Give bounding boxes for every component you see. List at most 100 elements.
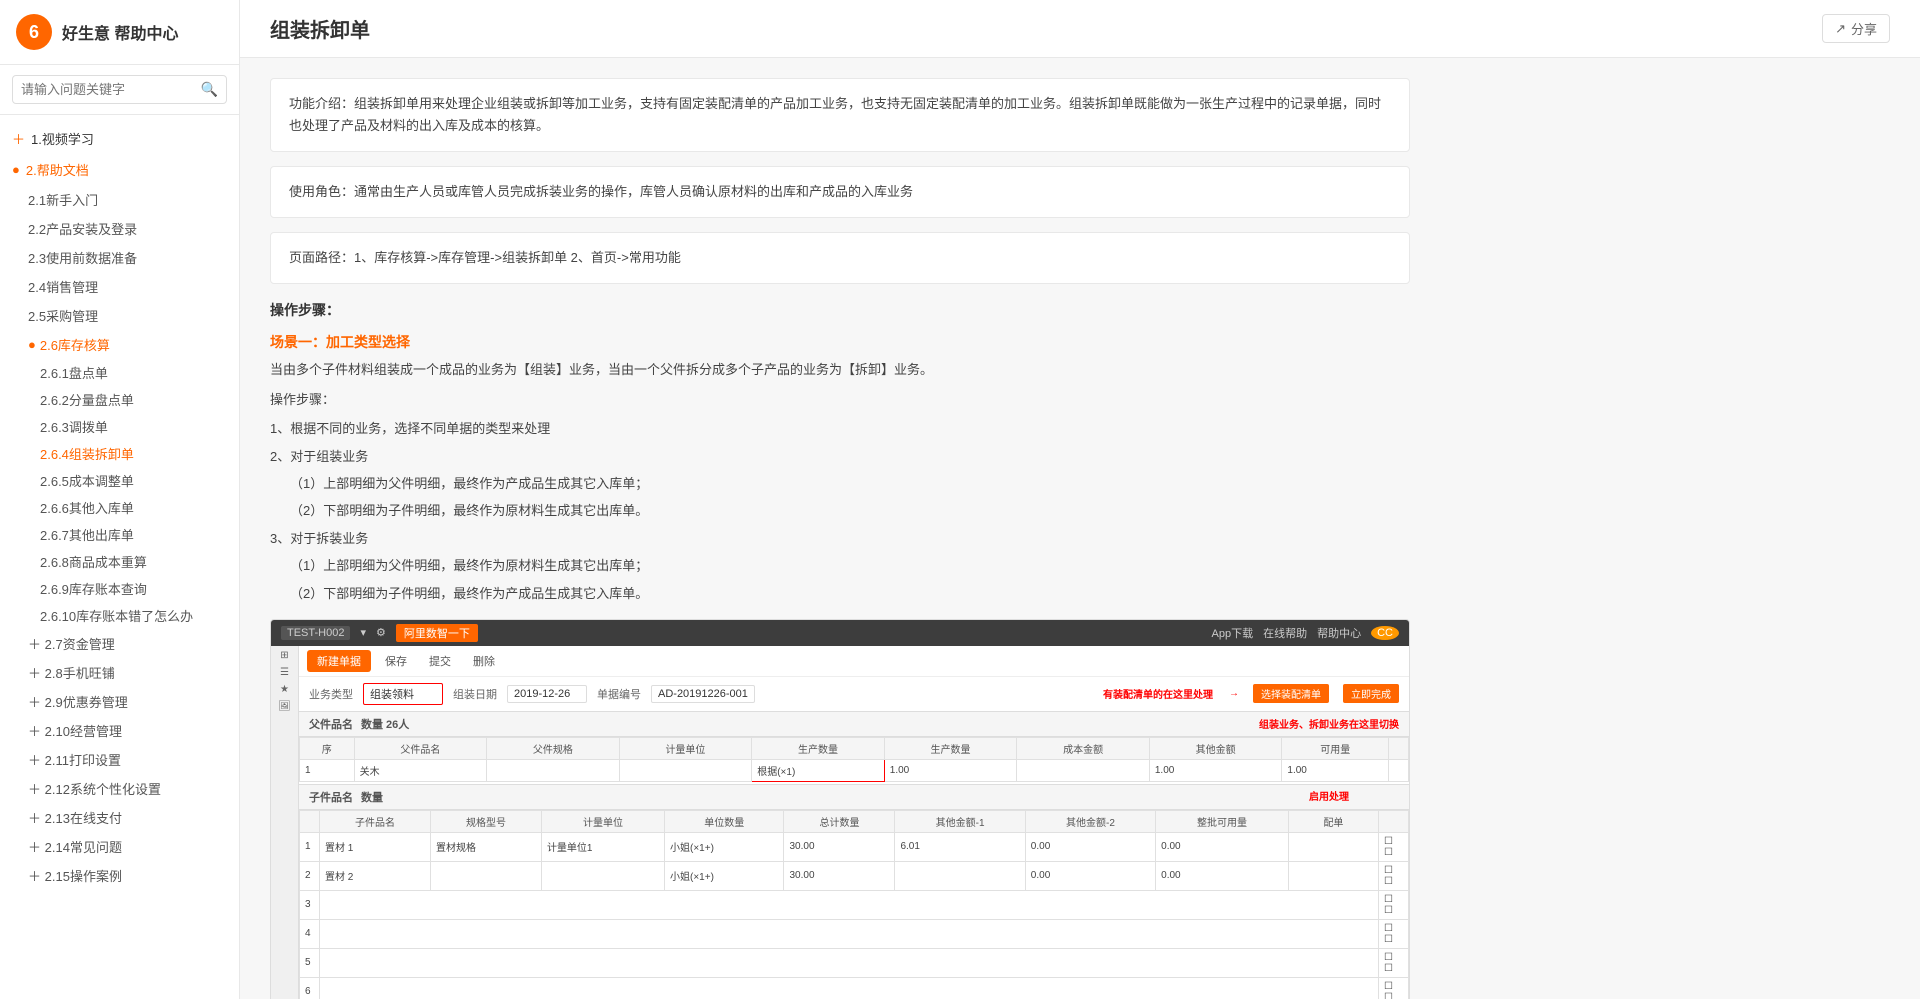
- ss-btn-complete[interactable]: 立即完成: [1343, 684, 1399, 703]
- sidebar-item-print[interactable]: ＋ 2.11打印设置: [0, 745, 239, 774]
- ss-settings-icon: ⚙: [376, 626, 386, 639]
- ss-col-parent-spec: 父件规格: [487, 737, 620, 759]
- search-input[interactable]: [21, 82, 201, 97]
- plus-icon: ＋: [28, 666, 41, 681]
- sidebar-item-finance[interactable]: ＋ 2.7资金管理: [0, 629, 239, 658]
- sidebar-item-sales[interactable]: 2.4销售管理: [0, 272, 239, 301]
- ss-annotation-enable: 启用处理: [1309, 788, 1349, 803]
- plus-icon: ＋: [28, 840, 41, 855]
- ss-type-label: 业务类型: [309, 686, 353, 702]
- share-icon: ↗: [1835, 21, 1846, 37]
- plus-icon: ＋: [28, 869, 41, 884]
- ss-nav-star-icon: ★: [280, 684, 289, 695]
- ss-online-help: 在线帮助: [1263, 625, 1307, 641]
- main-header: 组装拆卸单 ↗ 分享: [240, 0, 1920, 58]
- sidebar-item-cases[interactable]: ＋ 2.15操作案例: [0, 861, 239, 890]
- ss-col-cost: 成本金额: [1017, 737, 1150, 759]
- sidebar-item-cost-recalc[interactable]: 2.6.8商品成本重算: [0, 548, 239, 575]
- sidebar-item-settings[interactable]: ＋ 2.12系统个性化设置: [0, 774, 239, 803]
- logo-text: 好生意 帮助中心: [62, 20, 178, 44]
- ss-col-parent-name: 父件品名: [354, 737, 487, 759]
- sidebar-item-install[interactable]: 2.2产品安装及登录: [0, 214, 239, 243]
- nav-list: ＋ 1.视频学习 ● 2.帮助文档 2.1新手入门 2.2产品安装及登录 2.3…: [0, 115, 239, 898]
- ss-sub-col-act: [1379, 810, 1409, 832]
- share-button[interactable]: ↗ 分享: [1822, 14, 1890, 43]
- sidebar-item-stocktake[interactable]: 2.6.1盘点单: [0, 359, 239, 386]
- ss-type-input[interactable]: 组装领料: [363, 683, 443, 705]
- sidebar-cat-label: 1.视频学习: [31, 129, 94, 148]
- ss-nav-img-icon: 🖼: [278, 701, 291, 712]
- table-row: 4☐ ☐: [300, 919, 1409, 948]
- sidebar-item-help-docs[interactable]: ● 2.帮助文档: [0, 154, 239, 185]
- sidebar-item-coupon[interactable]: ＋ 2.9优惠券管理: [0, 687, 239, 716]
- sidebar-item-partial-stocktake[interactable]: 2.6.2分量盘点单: [0, 386, 239, 413]
- sidebar-item-transfer[interactable]: 2.6.3调拨单: [0, 413, 239, 440]
- ss-tab-new[interactable]: 新建单据: [307, 650, 371, 672]
- ss-date-label: 组装日期: [453, 686, 497, 702]
- ss-lower-label: 子件品名: [309, 789, 353, 805]
- plus-icon: ＋: [28, 724, 41, 739]
- ss-code-input[interactable]: AD-20191226-001: [651, 685, 755, 703]
- step1: 1、根据不同的业务，选择不同单据的类型来处理: [270, 417, 1410, 440]
- ss-col-avail: 可用量: [1282, 737, 1389, 759]
- sidebar: 6 好生意 帮助中心 🔍 ＋ 1.视频学习 ● 2.帮助文档 2.1新手入门 2…: [0, 0, 240, 999]
- main-content: 组装拆卸单 ↗ 分享 功能介绍：组装拆卸单用来处理企业组装或拆卸等加工业务，支持…: [240, 0, 1920, 999]
- ss-sub-col-total: 总计数量: [784, 810, 895, 832]
- table-row: 1 关木 根据(×1) 1.00 1.00 1.00: [300, 759, 1409, 781]
- role-intro-text: 使用角色：通常由生产人员或库管人员完成拆装业务的操作，库管人员确认原材料的出库和…: [289, 184, 913, 199]
- sidebar-item-faq[interactable]: ＋ 2.14常见问题: [0, 832, 239, 861]
- ss-sub-col-cost2: 其他金额-2: [1025, 810, 1155, 832]
- sidebar-item-data-prep[interactable]: 2.3使用前数据准备: [0, 243, 239, 272]
- sidebar-item-video-learning[interactable]: ＋ 1.视频学习: [0, 123, 239, 154]
- table-row: 6☐ ☐: [300, 977, 1409, 999]
- sidebar-item-other-outbound[interactable]: 2.6.7其他出库单: [0, 521, 239, 548]
- ss-tab-save[interactable]: 保存: [377, 650, 415, 672]
- search-box[interactable]: 🔍: [12, 75, 227, 104]
- ss-col-prod-qty: 生产数量: [752, 737, 885, 759]
- ss-dropdown-icon: ▾: [360, 626, 366, 639]
- ss-tab-submit[interactable]: 提交: [421, 650, 459, 672]
- sidebar-item-mobile[interactable]: ＋ 2.8手机旺铺: [0, 658, 239, 687]
- ss-btn-bom[interactable]: 选择装配清单: [1253, 684, 1329, 703]
- search-icon[interactable]: 🔍: [201, 81, 218, 98]
- step2-1: （1）上部明细为父件明细，最终作为产成品生成其它入库单；: [290, 472, 1410, 495]
- ss-upper-section: 父件品名 数量 26人 组装业务、拆卸业务在这里切换: [299, 711, 1409, 737]
- sidebar-item-inv-ledger[interactable]: 2.6.9库存账本查询: [0, 575, 239, 602]
- ss-lower-section: 子件品名 数量: [299, 784, 1409, 810]
- ss-annotation-type-switch: 组装业务、拆卸业务在这里切换: [1259, 716, 1399, 732]
- step3: 3、对于拆装业务: [270, 527, 1410, 550]
- sidebar-item-inv-ledger-fix[interactable]: 2.6.10库存账本错了怎么办: [0, 602, 239, 629]
- sidebar-item-newcomer[interactable]: 2.1新手入门: [0, 185, 239, 214]
- steps-section: 操作步骤： 场景一：加工类型选择 当由多个子件材料组装成一个成品的业务为【组装】…: [270, 300, 1410, 605]
- ss-btn-refresh: 阿里数智一下: [396, 624, 478, 642]
- plus-icon: ＋: [28, 753, 41, 768]
- sidebar-item-payment[interactable]: ＋ 2.13在线支付: [0, 803, 239, 832]
- plus-icon: ＋: [12, 129, 25, 148]
- plus-icon: ＋: [28, 695, 41, 710]
- ss-date-input[interactable]: 2019-12-26: [507, 685, 587, 703]
- ss-tab-delete[interactable]: 删除: [465, 650, 503, 672]
- sidebar-item-inventory[interactable]: ● 2.6库存核算: [0, 330, 239, 359]
- table-row: 3☐ ☐: [300, 890, 1409, 919]
- table-row: 1 置材 1 置材规格 计量单位1 小姐(×1+) 30.00 6.01 0.0…: [300, 832, 1409, 861]
- sidebar-item-cost-adjust[interactable]: 2.6.5成本调整单: [0, 467, 239, 494]
- step3-1: （1）上部明细为父件明细，最终作为原材料生成其它出库单；: [290, 554, 1410, 577]
- sidebar-item-operation[interactable]: ＋ 2.10经营管理: [0, 716, 239, 745]
- sidebar-item-purchase[interactable]: 2.5采购管理: [0, 301, 239, 330]
- role-intro-block: 使用角色：通常由生产人员或库管人员完成拆装业务的操作，库管人员确认原材料的出库和…: [270, 166, 1410, 218]
- share-label: 分享: [1851, 19, 1877, 38]
- sidebar-item-assembly[interactable]: 2.6.4组装拆卸单: [0, 440, 239, 467]
- feature-intro-text: 功能介绍：组装拆卸单用来处理企业组装或拆卸等加工业务，支持有固定装配清单的产品加…: [289, 96, 1381, 133]
- ss-sub-col-bom: 配单: [1288, 810, 1378, 832]
- scene1-sub-title: 操作步骤：: [270, 388, 1410, 411]
- ss-user-avatar: CC: [1371, 626, 1399, 640]
- search-area: 🔍: [0, 65, 239, 115]
- ss-col-other: 其他金额: [1149, 737, 1282, 759]
- ss-company: TEST-H002: [281, 626, 350, 640]
- plus-icon: ＋: [28, 782, 41, 797]
- scene1-title: 场景一：加工类型选择: [270, 332, 1410, 352]
- sidebar-item-other-inbound[interactable]: 2.6.6其他入库单: [0, 494, 239, 521]
- screenshot-container: TEST-H002 ▾ ⚙ 阿里数智一下 App下载 在线帮助 帮助中心 CC …: [270, 619, 1410, 999]
- ss-upper-count: 数量 26人: [361, 716, 409, 732]
- ss-annotation-bom: 有装配清单的在这里处理: [1103, 686, 1213, 701]
